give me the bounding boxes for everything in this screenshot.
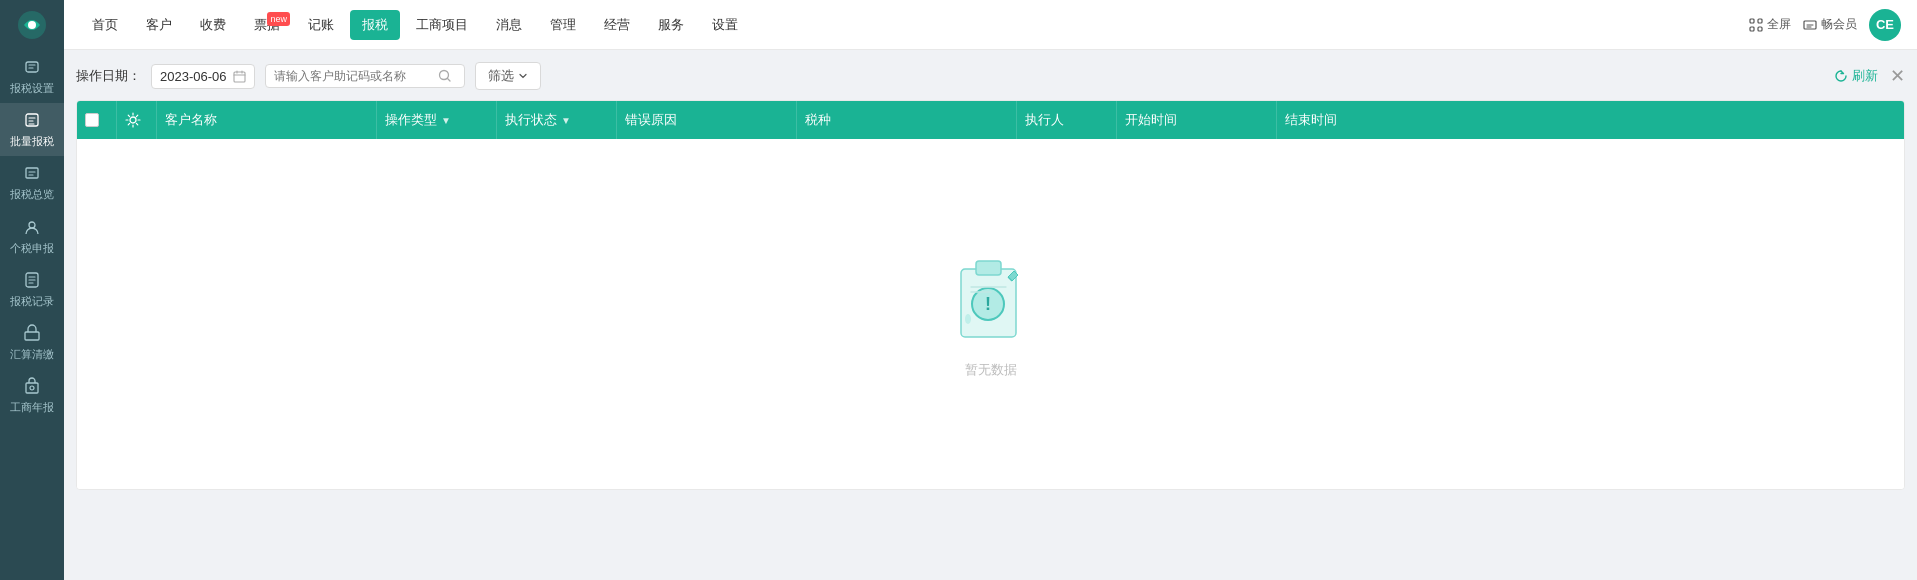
svg-rect-7	[25, 332, 39, 340]
nav-item-jizhang[interactable]: 记账	[296, 10, 346, 40]
page-content: 操作日期： 2023-06-06 筛选	[64, 50, 1917, 580]
svg-rect-13	[1758, 27, 1762, 31]
sidebar-label-huisuan-jiaona: 汇算清缴	[10, 348, 54, 361]
sidebar-icon-gesui-shenbao	[23, 218, 41, 239]
member-button[interactable]: 畅会员	[1803, 16, 1857, 33]
empty-state: ! 暂无数据	[906, 209, 1076, 419]
refresh-label: 刷新	[1852, 67, 1878, 85]
sidebar-icon-gongshang-nianbao	[23, 377, 41, 398]
content-area: 操作日期： 2023-06-06 筛选	[64, 50, 1917, 580]
toolbar: 操作日期： 2023-06-06 筛选	[76, 62, 1905, 90]
date-label: 操作日期：	[76, 67, 141, 85]
svg-point-17	[130, 117, 136, 123]
nav-item-shezhi[interactable]: 设置	[700, 10, 750, 40]
main-area: 首页客户收费票据new记账报税工商项目消息管理经营服务设置 全屏 畅会员	[64, 0, 1917, 580]
nav-item-piaoju[interactable]: 票据new	[242, 10, 292, 40]
nav-item-jingying[interactable]: 经营	[592, 10, 642, 40]
toolbar-right: 刷新 ✕	[1834, 67, 1905, 85]
nav-item-home[interactable]: 首页	[80, 10, 130, 40]
topnav: 首页客户收费票据new记账报税工商项目消息管理经营服务设置 全屏 畅会员	[64, 0, 1917, 50]
nav-item-baoshui[interactable]: 报税	[350, 10, 400, 40]
sidebar-item-gesui-shenbao[interactable]: 个税申报	[0, 210, 64, 263]
date-input[interactable]: 2023-06-06	[151, 64, 255, 89]
th-start_time: 开始时间	[1117, 101, 1277, 139]
sidebar-label-baoshui-jilu: 报税记录	[10, 295, 54, 308]
table-body: ! 暂无数据	[77, 139, 1904, 489]
settings-icon[interactable]	[125, 112, 141, 128]
filter-button[interactable]: 筛选	[475, 62, 541, 90]
search-input[interactable]	[274, 69, 434, 83]
th-settings	[117, 101, 157, 139]
svg-rect-11	[1758, 19, 1762, 23]
sidebar-icon-piliang-baoshui	[23, 111, 41, 132]
svg-rect-15	[234, 72, 245, 82]
data-table: 客户名称操作类型 ▼执行状态 ▼错误原因税种执行人开始时间结束时间 !	[76, 100, 1905, 490]
sort-icon-exec_status[interactable]: ▼	[561, 115, 571, 126]
svg-point-9	[30, 386, 34, 390]
th-end_time: 结束时间	[1277, 101, 1437, 139]
fullscreen-button[interactable]: 全屏	[1749, 16, 1791, 33]
sidebar-item-baoshui-zongjian[interactable]: 报税总览	[0, 156, 64, 209]
svg-point-5	[29, 222, 35, 228]
sidebar-icon-baoshui-shezhi	[23, 58, 41, 79]
sidebar-label-gongshang-nianbao: 工商年报	[10, 401, 54, 414]
svg-rect-8	[26, 383, 38, 393]
svg-rect-10	[1750, 19, 1754, 23]
sidebar-label-piliang-baoshui: 批量报税	[10, 135, 54, 148]
refresh-icon	[1834, 69, 1848, 83]
sidebar-item-gongshang-nianbao[interactable]: 工商年报	[0, 369, 64, 422]
empty-text: 暂无数据	[965, 361, 1017, 379]
th-checkbox	[77, 101, 117, 139]
svg-point-22	[965, 314, 971, 324]
th-executor: 执行人	[1017, 101, 1117, 139]
sidebar-item-huisuan-jiaona[interactable]: 汇算清缴	[0, 316, 64, 369]
th-customer_name: 客户名称	[157, 101, 377, 139]
svg-rect-12	[1750, 27, 1754, 31]
select-all-checkbox[interactable]	[85, 113, 99, 127]
nav-item-guanli[interactable]: 管理	[538, 10, 588, 40]
table-header: 客户名称操作类型 ▼执行状态 ▼错误原因税种执行人开始时间结束时间	[77, 101, 1904, 139]
sidebar-label-baoshui-shezhi: 报税设置	[10, 82, 54, 95]
sidebar-item-baoshui-jilu[interactable]: 报税记录	[0, 263, 64, 316]
topnav-items: 首页客户收费票据new记账报税工商项目消息管理经营服务设置	[80, 10, 1749, 40]
sidebar-item-piliang-baoshui[interactable]: 批量报税	[0, 103, 64, 156]
sidebar-label-baoshui-zongjian: 报税总览	[10, 188, 54, 201]
th-operation_type[interactable]: 操作类型 ▼	[377, 101, 497, 139]
search-icon	[438, 69, 452, 83]
svg-rect-2	[26, 62, 38, 72]
nav-item-fuwu[interactable]: 服务	[646, 10, 696, 40]
sidebar-item-baoshui-shezhi[interactable]: 报税设置	[0, 50, 64, 103]
nav-item-customer[interactable]: 客户	[134, 10, 184, 40]
member-label: 畅会员	[1821, 16, 1857, 33]
svg-rect-4	[26, 168, 38, 178]
sidebar-logo	[0, 0, 64, 50]
th-exec_status[interactable]: 执行状态 ▼	[497, 101, 617, 139]
th-tax_type: 税种	[797, 101, 1017, 139]
avatar[interactable]: CE	[1869, 9, 1901, 41]
sidebar-icon-huisuan-jiaona	[23, 324, 41, 345]
svg-text:!: !	[985, 294, 991, 314]
chevron-down-icon	[518, 71, 528, 81]
new-badge-piaoju: new	[267, 12, 290, 26]
fullscreen-label: 全屏	[1767, 16, 1791, 33]
search-box	[265, 64, 465, 88]
sidebar-label-gesui-shenbao: 个税申报	[10, 242, 54, 255]
sort-icon-operation_type[interactable]: ▼	[441, 115, 451, 126]
sidebar-icon-baoshui-zongjian	[23, 164, 41, 185]
nav-item-xiaoxi[interactable]: 消息	[484, 10, 534, 40]
sidebar: 报税设置 批量报税 报税总览 个税申报 报税记录 汇算清缴 工商年报	[0, 0, 64, 580]
refresh-button[interactable]: 刷新	[1834, 67, 1878, 85]
close-button[interactable]: ✕	[1890, 67, 1905, 85]
sidebar-icon-baoshui-jilu	[23, 271, 41, 292]
empty-illustration: !	[946, 249, 1036, 349]
svg-rect-19	[976, 261, 1001, 275]
th-error_reason: 错误原因	[617, 101, 797, 139]
svg-point-1	[28, 21, 36, 29]
nav-item-gongshang[interactable]: 工商项目	[404, 10, 480, 40]
topnav-right: 全屏 畅会员 CE	[1749, 9, 1901, 41]
nav-item-shoufei[interactable]: 收费	[188, 10, 238, 40]
